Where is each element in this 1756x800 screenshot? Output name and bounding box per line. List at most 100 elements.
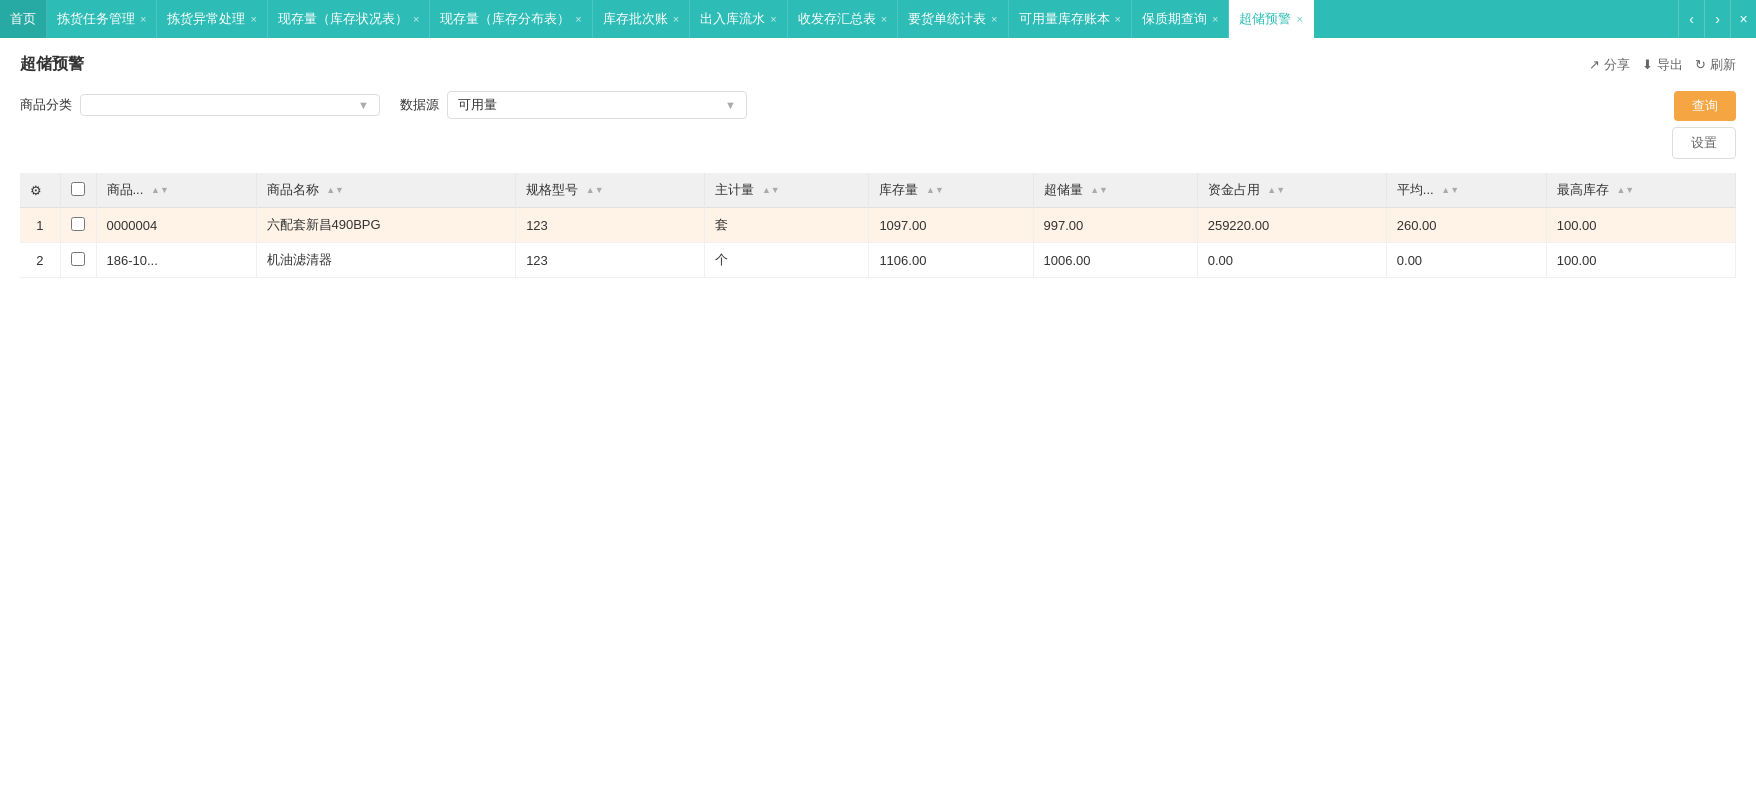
col-stock[interactable]: 库存量 ▲▼ (869, 173, 1033, 208)
nav-next-button[interactable]: › (1704, 0, 1730, 38)
nav-item-9[interactable]: 可用量库存账本 × (1009, 0, 1132, 38)
export-icon: ⬇ (1642, 57, 1653, 72)
cell-max-stock: 100.00 (1546, 208, 1735, 243)
nav-item-2[interactable]: 拣货异常处理 × (157, 0, 267, 38)
category-select[interactable]: ▼ (80, 94, 380, 116)
cell-avg: 0.00 (1386, 243, 1546, 278)
datasource-value: 可用量 (458, 96, 497, 114)
sort-icon: ▲▼ (1267, 186, 1285, 195)
close-icon[interactable]: × (770, 13, 776, 25)
col-avg[interactable]: 平均... ▲▼ (1386, 173, 1546, 208)
cell-product-code: 0000004 (96, 208, 256, 243)
nav-prev-button[interactable]: ‹ (1678, 0, 1704, 38)
cell-unit: 套 (705, 208, 869, 243)
share-button[interactable]: ↗ 分享 (1589, 56, 1630, 74)
query-button[interactable]: 查询 (1674, 91, 1736, 121)
gear-icon: ⚙ (30, 183, 42, 198)
cell-capital: 259220.00 (1197, 208, 1386, 243)
nav-item-3[interactable]: 现存量（库存状况表） × (268, 0, 430, 38)
sort-icon: ▲▼ (151, 186, 169, 195)
sort-icon: ▲▼ (1616, 186, 1634, 195)
sort-icon: ▲▼ (926, 186, 944, 195)
sort-icon: ▲▼ (762, 186, 780, 195)
datasource-select[interactable]: 可用量 ▼ (447, 91, 747, 119)
cell-product-name: 机油滤清器 (256, 243, 516, 278)
nav-item-1[interactable]: 拣货任务管理 × (47, 0, 157, 38)
cell-unit: 个 (705, 243, 869, 278)
close-icon[interactable]: × (250, 13, 256, 25)
close-icon[interactable]: × (140, 13, 146, 25)
share-icon: ↗ (1589, 57, 1600, 72)
cell-product-name: 六配套新昌490BPG (256, 208, 516, 243)
checkbox-column-header[interactable] (60, 173, 96, 208)
cell-max-stock: 100.00 (1546, 243, 1735, 278)
nav-item-6[interactable]: 出入库流水 × (690, 0, 787, 38)
sort-icon: ▲▼ (1090, 186, 1108, 195)
close-icon[interactable]: × (413, 13, 419, 25)
nav-item-5[interactable]: 库存批次账 × (593, 0, 690, 38)
table-row: 1 0000004 六配套新昌490BPG 123 套 1097.00 997.… (20, 208, 1736, 243)
refresh-icon: ↻ (1695, 57, 1706, 72)
row-checkbox-cell[interactable] (60, 208, 96, 243)
nav-item-10[interactable]: 保质期查询 × (1132, 0, 1229, 38)
col-max-stock[interactable]: 最高库存 ▲▼ (1546, 173, 1735, 208)
nav-item-4[interactable]: 现存量（库存分布表） × (430, 0, 592, 38)
row-number: 2 (20, 243, 60, 278)
select-all-checkbox[interactable] (71, 182, 85, 196)
sort-icon: ▲▼ (586, 186, 604, 195)
col-capital[interactable]: 资金占用 ▲▼ (1197, 173, 1386, 208)
nav-item-home[interactable]: 首页 (0, 0, 47, 38)
settings-button[interactable]: 设置 (1672, 127, 1736, 159)
table-row: 2 186-10... 机油滤清器 123 个 1106.00 1006.00 … (20, 243, 1736, 278)
page-content: 超储预警 ↗ 分享 ⬇ 导出 ↻ 刷新 商品分类 ▼ (0, 38, 1756, 800)
row-checkbox[interactable] (71, 217, 85, 231)
col-spec[interactable]: 规格型号 ▲▼ (516, 173, 705, 208)
data-table: ⚙ 商品... ▲▼ 商品名称 ▲▼ 规格型号 ▲▼ 主计 (20, 173, 1736, 278)
cell-product-code: 186-10... (96, 243, 256, 278)
cell-capital: 0.00 (1197, 243, 1386, 278)
sort-icon: ▲▼ (326, 186, 344, 195)
export-button[interactable]: ⬇ 导出 (1642, 56, 1683, 74)
cell-stock: 1097.00 (869, 208, 1033, 243)
close-icon[interactable]: × (991, 13, 997, 25)
page-title: 超储预警 (20, 54, 84, 75)
top-navigation: 首页 拣货任务管理 × 拣货异常处理 × 现存量（库存状况表） × 现存量（库存… (0, 0, 1756, 38)
category-label: 商品分类 (20, 96, 72, 114)
close-icon[interactable]: × (575, 13, 581, 25)
col-unit[interactable]: 主计量 ▲▼ (705, 173, 869, 208)
nav-more-button[interactable]: × (1730, 0, 1756, 38)
cell-over-stock: 997.00 (1033, 208, 1197, 243)
cell-avg: 260.00 (1386, 208, 1546, 243)
nav-arrows: ‹ › × (1678, 0, 1756, 38)
cell-stock: 1106.00 (869, 243, 1033, 278)
datasource-filter: 数据源 可用量 ▼ (400, 91, 747, 119)
gear-column-header[interactable]: ⚙ (20, 173, 60, 208)
cell-spec: 123 (516, 208, 705, 243)
header-actions: ↗ 分享 ⬇ 导出 ↻ 刷新 (1589, 56, 1736, 74)
table-header-row: ⚙ 商品... ▲▼ 商品名称 ▲▼ 规格型号 ▲▼ 主计 (20, 173, 1736, 208)
close-icon[interactable]: × (881, 13, 887, 25)
col-product-code[interactable]: 商品... ▲▼ (96, 173, 256, 208)
cell-spec: 123 (516, 243, 705, 278)
close-icon[interactable]: × (1115, 13, 1121, 25)
close-icon[interactable]: × (673, 13, 679, 25)
cell-over-stock: 1006.00 (1033, 243, 1197, 278)
close-icon[interactable]: × (1296, 13, 1302, 25)
category-filter: 商品分类 ▼ (20, 94, 380, 116)
nav-item-8[interactable]: 要货单统计表 × (898, 0, 1008, 38)
datasource-label: 数据源 (400, 96, 439, 114)
col-over-stock[interactable]: 超储量 ▲▼ (1033, 173, 1197, 208)
table-body: 1 0000004 六配套新昌490BPG 123 套 1097.00 997.… (20, 208, 1736, 278)
row-checkbox[interactable] (71, 252, 85, 266)
col-product-name[interactable]: 商品名称 ▲▼ (256, 173, 516, 208)
row-checkbox-cell[interactable] (60, 243, 96, 278)
sort-icon: ▲▼ (1441, 186, 1459, 195)
row-number: 1 (20, 208, 60, 243)
dropdown-arrow-icon: ▼ (725, 99, 736, 111)
page-header: 超储预警 ↗ 分享 ⬇ 导出 ↻ 刷新 (20, 54, 1736, 75)
nav-item-7[interactable]: 收发存汇总表 × (788, 0, 898, 38)
close-icon[interactable]: × (1212, 13, 1218, 25)
dropdown-arrow-icon: ▼ (358, 99, 369, 111)
refresh-button[interactable]: ↻ 刷新 (1695, 56, 1736, 74)
nav-item-active[interactable]: 超储预警 × (1229, 0, 1313, 38)
